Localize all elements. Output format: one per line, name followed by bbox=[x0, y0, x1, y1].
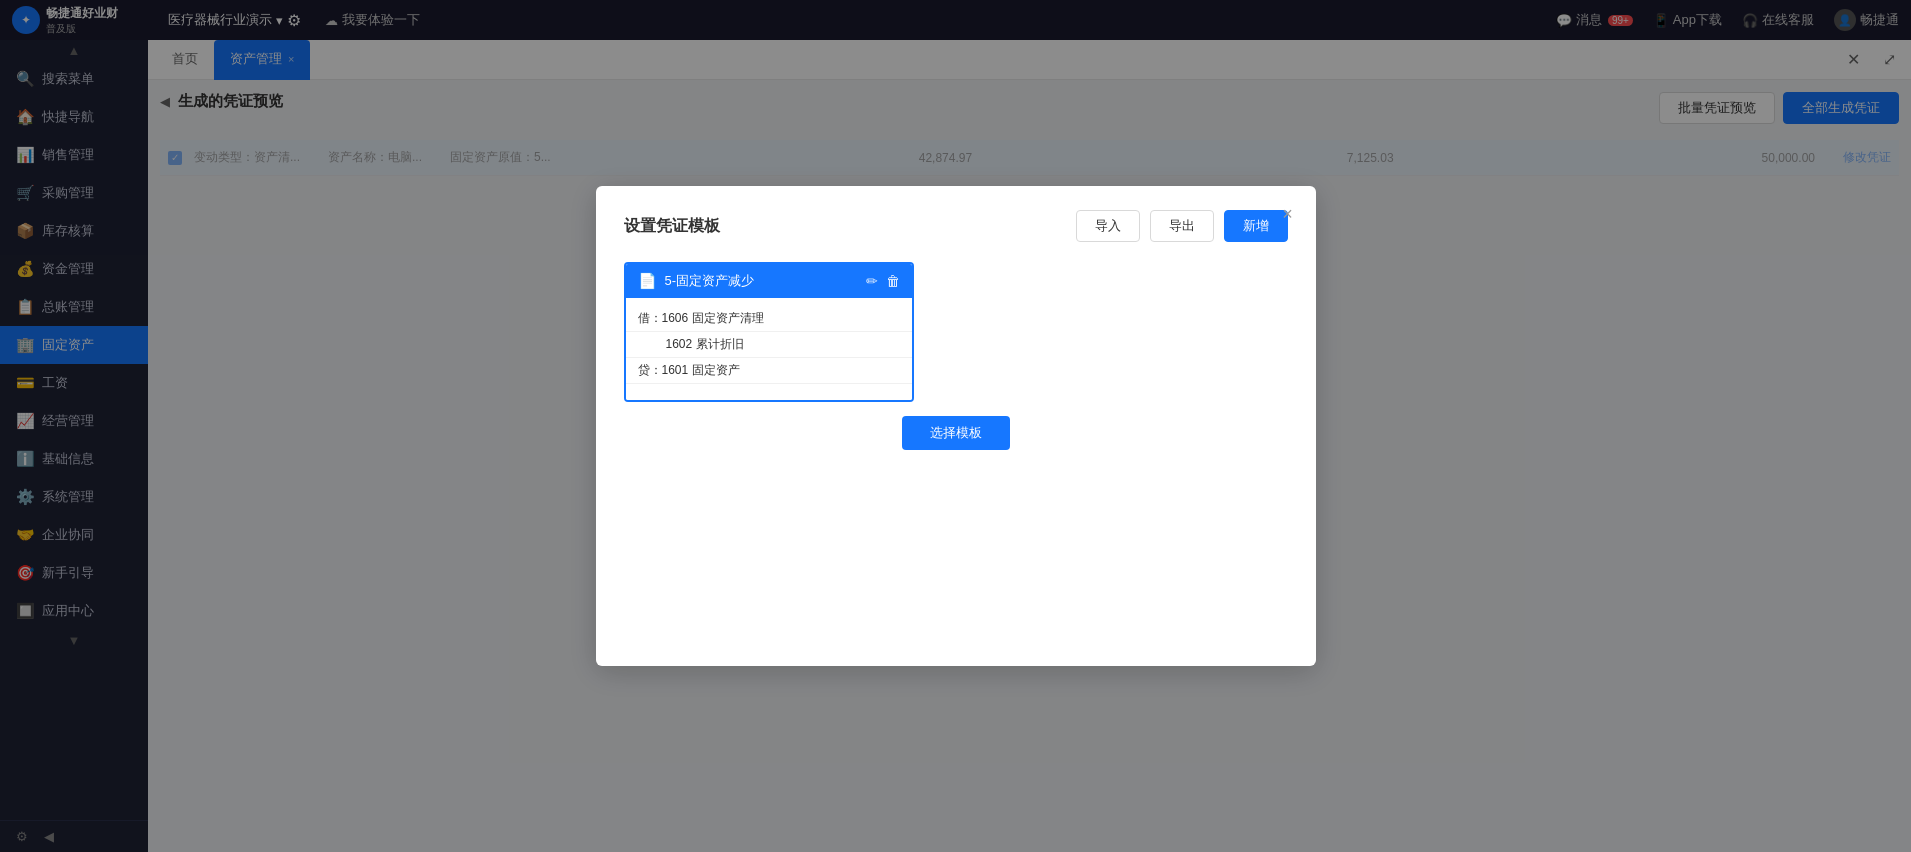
modal-close-button[interactable]: × bbox=[1276, 202, 1300, 226]
entry-1-debit bbox=[818, 336, 859, 353]
export-button[interactable]: 导出 bbox=[1150, 210, 1214, 242]
entry-2-debit bbox=[818, 362, 859, 379]
template-card: 📄 5-固定资产减少 ✏ 🗑 借：1606 固定资产清理 1602 累计折旧 bbox=[624, 262, 914, 402]
template-footer: 选择模板 bbox=[624, 402, 1288, 464]
modal-overlay: × 设置凭证模板 导入 导出 新增 📄 5-固定资产减少 ✏ 🗑 bbox=[0, 0, 1911, 852]
select-template-button[interactable]: 选择模板 bbox=[902, 416, 1010, 450]
modal-actions: 导入 导出 新增 bbox=[1076, 210, 1288, 242]
template-card-icon: 📄 bbox=[638, 272, 657, 290]
entry-0-label: 借：1606 固定资产清理 bbox=[638, 310, 818, 327]
template-card-body: 借：1606 固定资产清理 1602 累计折旧 贷：1601 固定资产 bbox=[626, 298, 912, 400]
entry-1-credit bbox=[859, 336, 900, 353]
template-card-header: 📄 5-固定资产减少 ✏ 🗑 bbox=[626, 264, 912, 298]
template-card-title: 5-固定资产减少 bbox=[665, 272, 858, 290]
modal-header: 设置凭证模板 导入 导出 新增 bbox=[624, 210, 1288, 242]
template-edit-icon[interactable]: ✏ bbox=[866, 273, 878, 289]
entry-2-label: 贷：1601 固定资产 bbox=[638, 362, 818, 379]
entry-1-label: 1602 累计折旧 bbox=[638, 336, 818, 353]
template-entry-0: 借：1606 固定资产清理 bbox=[626, 306, 912, 332]
template-entry-2: 贷：1601 固定资产 bbox=[626, 358, 912, 384]
modal-title: 设置凭证模板 bbox=[624, 216, 1076, 237]
template-entry-1: 1602 累计折旧 bbox=[626, 332, 912, 358]
template-card-actions: ✏ 🗑 bbox=[866, 273, 900, 289]
modal-set-template: × 设置凭证模板 导入 导出 新增 📄 5-固定资产减少 ✏ 🗑 bbox=[596, 186, 1316, 666]
template-entry-3 bbox=[626, 384, 912, 392]
entry-0-debit bbox=[818, 310, 859, 327]
entry-2-credit bbox=[859, 362, 900, 379]
template-delete-icon[interactable]: 🗑 bbox=[886, 273, 900, 289]
import-button[interactable]: 导入 bbox=[1076, 210, 1140, 242]
entry-0-credit bbox=[859, 310, 900, 327]
